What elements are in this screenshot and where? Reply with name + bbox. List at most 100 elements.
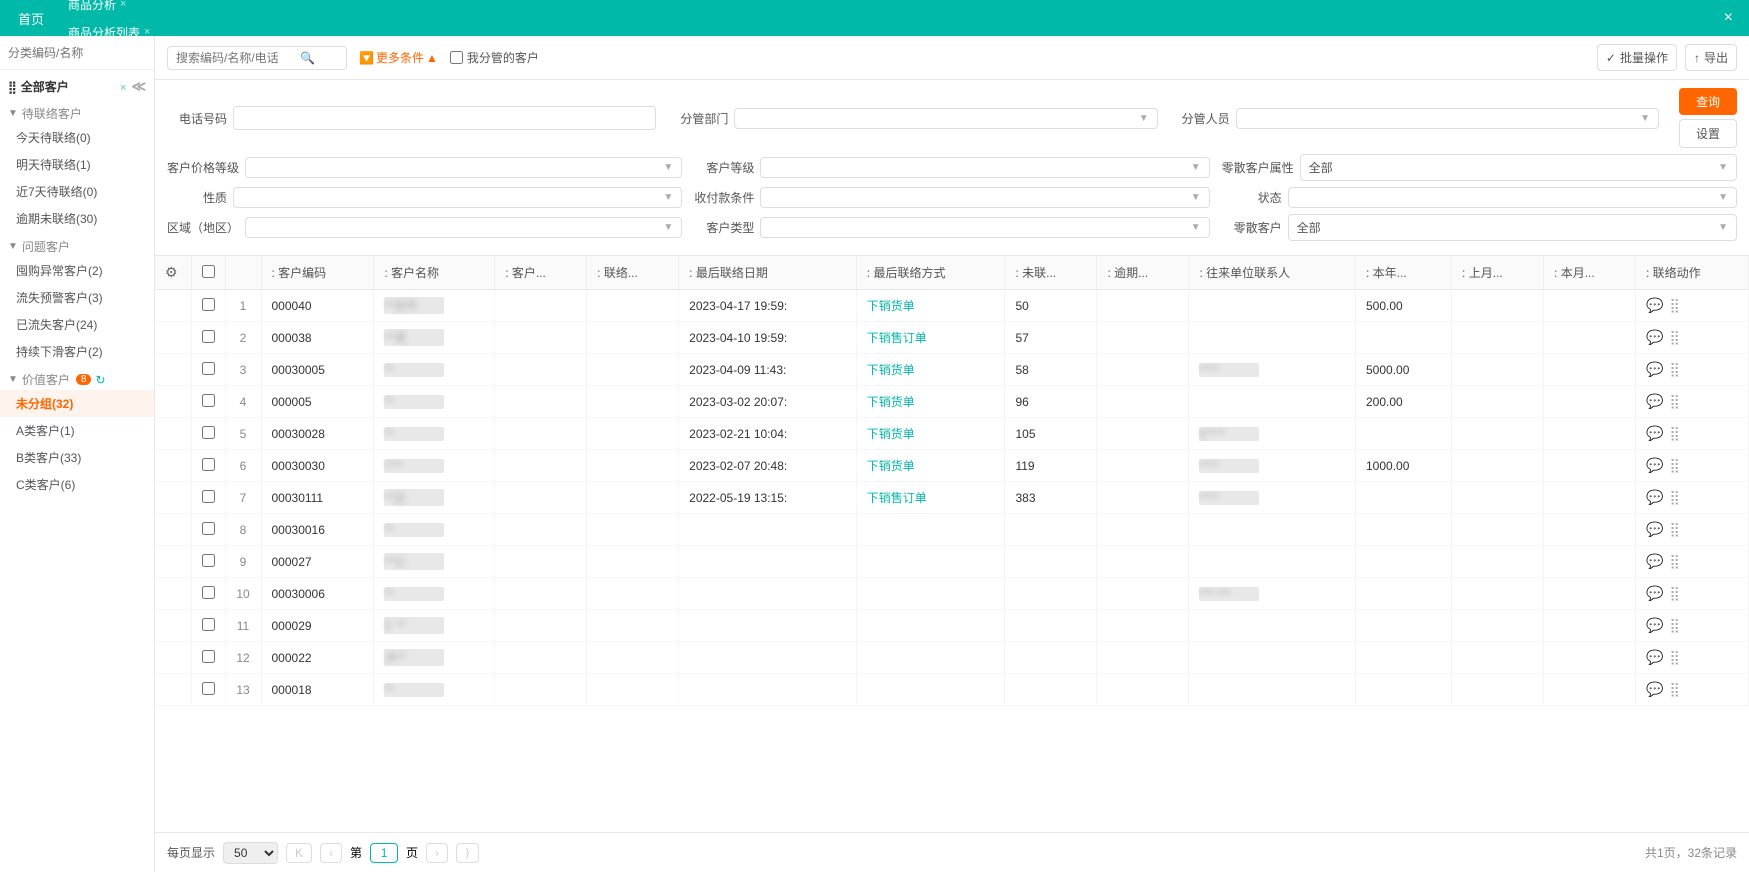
- sidebar-section-2[interactable]: ▼价值客户8↻: [0, 365, 154, 390]
- settings-icon[interactable]: ⚙: [165, 264, 178, 280]
- sidebar-item-2-3[interactable]: C类客户(6): [0, 471, 154, 498]
- filter-select-1-1[interactable]: ▼: [760, 157, 1209, 178]
- row-check[interactable]: [191, 642, 225, 674]
- query-btn[interactable]: 查询: [1679, 88, 1737, 115]
- close-all-icon[interactable]: ×: [1716, 9, 1741, 27]
- th-check[interactable]: [191, 256, 225, 290]
- my-customer-checkbox[interactable]: [450, 51, 463, 64]
- filter-select-1-2[interactable]: 全部▼: [1300, 154, 1737, 181]
- search-input[interactable]: [176, 51, 296, 65]
- row-checkbox[interactable]: [202, 586, 215, 599]
- filter-select-2-1[interactable]: ▼: [760, 187, 1209, 208]
- row-checkbox[interactable]: [202, 490, 215, 503]
- message-icon[interactable]: 💬: [1646, 297, 1663, 314]
- row-last-contact-way[interactable]: 下销货单: [856, 418, 1005, 450]
- export-btn[interactable]: ↑ 导出: [1685, 44, 1737, 71]
- message-icon[interactable]: 💬: [1646, 617, 1663, 634]
- row-last-contact-way[interactable]: 下销货单: [856, 290, 1005, 322]
- apps-icon[interactable]: ⣿: [1669, 521, 1679, 538]
- per-page-select[interactable]: 50 100 200: [223, 842, 278, 864]
- sidebar-item-0-1[interactable]: 明天待联络(1): [0, 151, 154, 178]
- row-checkbox[interactable]: [202, 298, 215, 311]
- apps-icon[interactable]: ⣿: [1669, 361, 1679, 378]
- row-last-contact-way[interactable]: 下销货单: [856, 354, 1005, 386]
- row-last-contact-way[interactable]: 下销售订单: [856, 322, 1005, 354]
- message-icon[interactable]: 💬: [1646, 393, 1663, 410]
- filter-input-0-0[interactable]: [233, 106, 656, 130]
- row-checkbox[interactable]: [202, 458, 215, 471]
- sidebar-item-0-3[interactable]: 逾期未联络(30): [0, 205, 154, 232]
- row-check[interactable]: [191, 450, 225, 482]
- sidebar-item-2-2[interactable]: B类客户(33): [0, 444, 154, 471]
- collapse-icon[interactable]: ≪: [131, 78, 146, 95]
- last-page-btn[interactable]: ⟩: [456, 843, 479, 863]
- select-all-checkbox[interactable]: [202, 265, 215, 278]
- sidebar-item-0-2[interactable]: 近7天待联络(0): [0, 178, 154, 205]
- filter-select-3-2[interactable]: 全部▼: [1288, 214, 1737, 241]
- row-checkbox[interactable]: [202, 362, 215, 375]
- row-check[interactable]: [191, 546, 225, 578]
- contact-way-link[interactable]: 下销售订单: [867, 491, 927, 505]
- contact-way-link[interactable]: 下销货单: [867, 395, 915, 409]
- close-tab-icon[interactable]: ×: [120, 0, 126, 10]
- filter-select-3-1[interactable]: ▼: [760, 217, 1209, 238]
- filter-select-2-0[interactable]: ▼: [233, 187, 682, 208]
- row-check[interactable]: [191, 610, 225, 642]
- row-check[interactable]: [191, 354, 225, 386]
- apps-icon[interactable]: ⣿: [1669, 649, 1679, 666]
- close-tab-icon[interactable]: ×: [144, 54, 150, 66]
- contact-way-link[interactable]: 下销货单: [867, 427, 915, 441]
- apps-icon[interactable]: ⣿: [1669, 553, 1679, 570]
- sidebar-section-0[interactable]: ▼待联络客户: [0, 99, 154, 124]
- filter-select-0-2[interactable]: ▼: [1236, 108, 1659, 129]
- message-icon[interactable]: 💬: [1646, 585, 1663, 602]
- row-last-contact-way[interactable]: 下销货单: [856, 386, 1005, 418]
- row-checkbox[interactable]: [202, 426, 215, 439]
- row-checkbox[interactable]: [202, 394, 215, 407]
- close-tab-icon[interactable]: ×: [120, 82, 126, 94]
- row-check[interactable]: [191, 674, 225, 706]
- row-checkbox[interactable]: [202, 330, 215, 343]
- apps-icon[interactable]: ⣿: [1669, 393, 1679, 410]
- reset-btn[interactable]: 设置: [1679, 119, 1737, 148]
- row-last-contact-way[interactable]: 下销货单: [856, 450, 1005, 482]
- filter-select-2-2[interactable]: ▼: [1288, 187, 1737, 208]
- message-icon[interactable]: 💬: [1646, 649, 1663, 666]
- row-last-contact-way[interactable]: 下销售订单: [856, 482, 1005, 514]
- close-tab-icon[interactable]: ×: [144, 26, 150, 38]
- filter-select-1-0[interactable]: ▼: [245, 157, 682, 178]
- batch-ops-btn[interactable]: ✓ 批量操作: [1597, 44, 1677, 71]
- refresh-icon[interactable]: ↻: [95, 373, 105, 387]
- message-icon[interactable]: 💬: [1646, 489, 1663, 506]
- row-check[interactable]: [191, 322, 225, 354]
- apps-icon[interactable]: ⣿: [1669, 585, 1679, 602]
- table-wrap[interactable]: ⚙: 客户编码: 客户名称: 客户...: 联络...: 最后联络日期: 最后联…: [155, 256, 1749, 832]
- row-checkbox[interactable]: [202, 650, 215, 663]
- row-check[interactable]: [191, 418, 225, 450]
- contact-way-link[interactable]: 下销货单: [867, 363, 915, 377]
- sidebar-item-1-2[interactable]: 已流失客户(24): [0, 311, 154, 338]
- apps-icon[interactable]: ⣿: [1669, 489, 1679, 506]
- more-filters-btn[interactable]: 🔽 更多条件 ▲: [359, 49, 438, 66]
- my-customer-checkbox-label[interactable]: 我分管的客户: [450, 49, 539, 66]
- sidebar-item-2-0[interactable]: 未分组(32): [0, 390, 154, 417]
- contact-way-link[interactable]: 下销货单: [867, 459, 915, 473]
- apps-icon[interactable]: ⣿: [1669, 329, 1679, 346]
- message-icon[interactable]: 💬: [1646, 457, 1663, 474]
- first-page-btn[interactable]: K: [286, 843, 312, 863]
- row-check[interactable]: [191, 290, 225, 322]
- row-check[interactable]: [191, 514, 225, 546]
- contact-way-link[interactable]: 下销售订单: [867, 331, 927, 345]
- sidebar-section-1[interactable]: ▼问题客户: [0, 232, 154, 257]
- message-icon[interactable]: 💬: [1646, 425, 1663, 442]
- message-icon[interactable]: 💬: [1646, 553, 1663, 570]
- nav-home[interactable]: 首页: [8, 9, 54, 28]
- category-search-input[interactable]: [8, 46, 155, 60]
- row-checkbox[interactable]: [202, 618, 215, 631]
- sidebar-item-0-0[interactable]: 今天待联络(0): [0, 124, 154, 151]
- message-icon[interactable]: 💬: [1646, 681, 1663, 698]
- row-check[interactable]: [191, 578, 225, 610]
- all-customers-header[interactable]: ⣿ 全部客户 ≪: [0, 70, 154, 99]
- nav-tab-商品分析[interactable]: 商品分析×: [56, 0, 162, 18]
- search-icon[interactable]: 🔍: [300, 51, 315, 65]
